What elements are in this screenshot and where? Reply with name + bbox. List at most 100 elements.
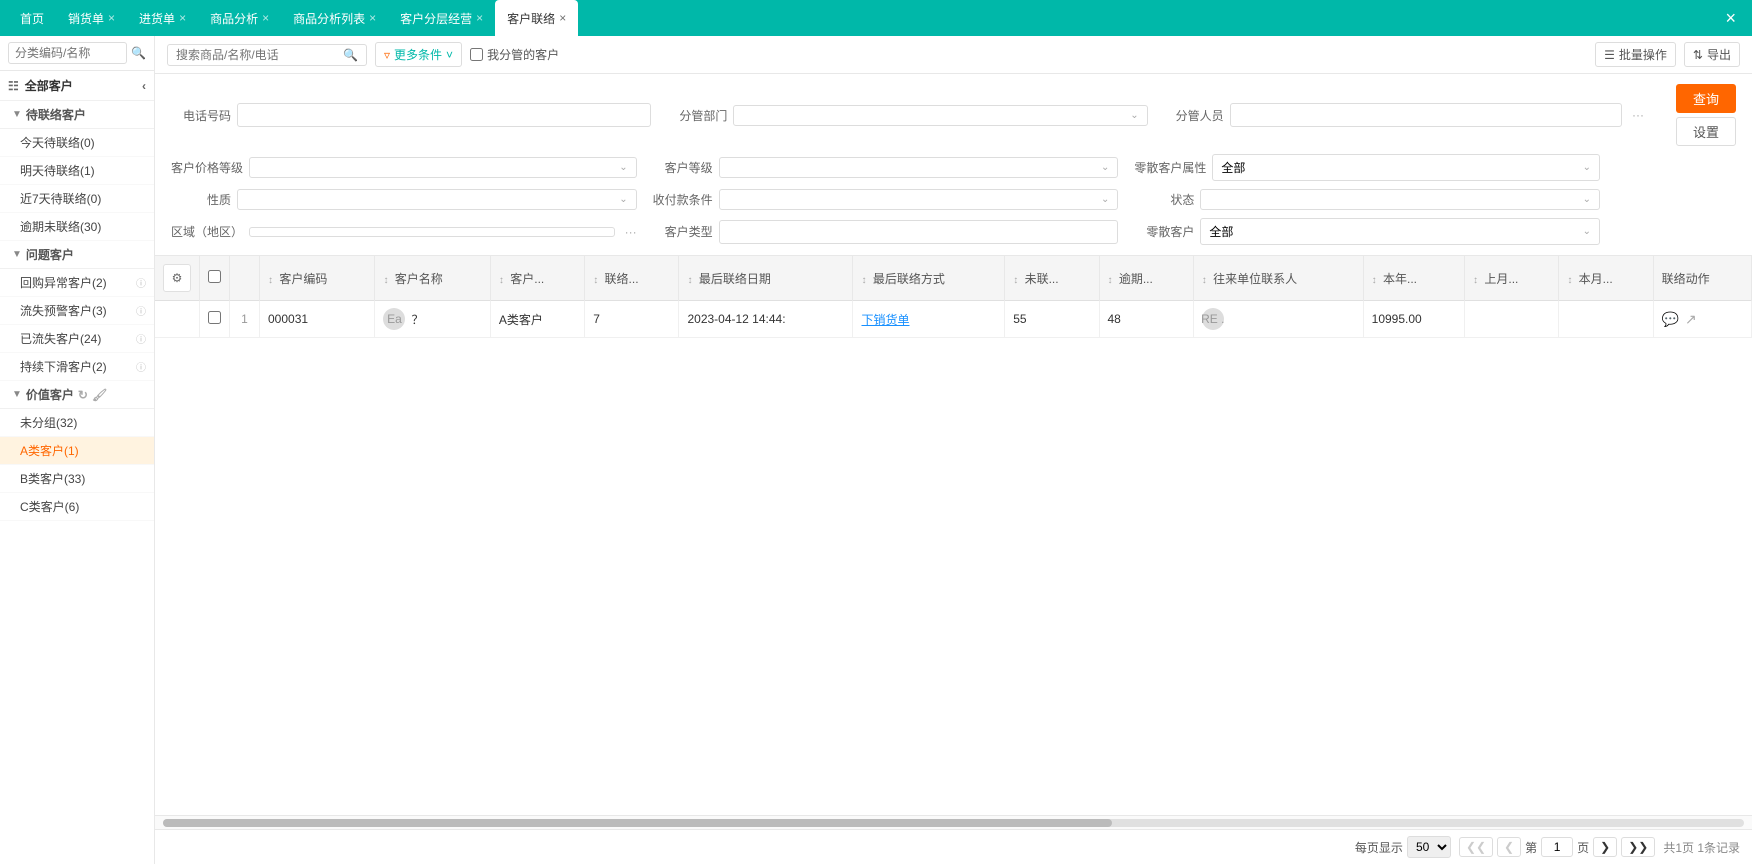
nature-select[interactable]: ⌄ (237, 189, 637, 210)
manager-dots[interactable]: ··· (1632, 108, 1644, 122)
col-level[interactable]: ↕ 客户... (490, 256, 584, 301)
nav-product-analysis[interactable]: 商品分析 × (198, 0, 281, 36)
settings-button[interactable]: 设置 (1676, 117, 1736, 146)
all-customers-header[interactable]: ☷ 全部客户 ‹ (0, 71, 154, 101)
sidebar-churned[interactable]: 已流失客户(24) ⓘ (0, 325, 154, 353)
top-nav: 首页 销货单 × 进货单 × 商品分析 × 商品分析列表 × 客户分层经营 × … (0, 0, 1752, 36)
sidebar-search-input[interactable] (8, 42, 127, 64)
problem-group-label[interactable]: ▼ 问题客户 (0, 241, 154, 269)
info-icon-0: ⓘ (136, 275, 146, 290)
more-filters-button[interactable]: ▿ 更多条件 ˅ (375, 42, 462, 67)
sidebar-b-class[interactable]: B类客户(33) (0, 465, 154, 493)
sidebar-search-icon[interactable]: 🔍 (131, 46, 146, 60)
export-icon: ⇅ (1693, 48, 1703, 62)
status-select[interactable]: ⌄ (1200, 189, 1600, 210)
sidebar-declining[interactable]: 持续下滑客户(2) ⓘ (0, 353, 154, 381)
per-page-select[interactable]: 50 (1407, 836, 1451, 858)
nav-sales-order[interactable]: 销货单 × (56, 0, 127, 36)
toolbar-right: ☰ 批量操作 ⇅ 导出 (1595, 42, 1740, 67)
action-buttons: 查询 设置 (1676, 84, 1736, 146)
last-method-link[interactable]: 下销货单 (861, 313, 909, 327)
next-page-button[interactable]: ❯ (1593, 837, 1617, 857)
last-page-button[interactable]: ❯❯ (1621, 837, 1655, 857)
payment-arrow: ⌄ (1101, 194, 1109, 205)
col-this-year[interactable]: ↕ 本年... (1363, 256, 1464, 301)
filter-search-icon[interactable]: 🔍 (343, 48, 358, 62)
region-select[interactable] (249, 227, 615, 237)
close-sales-order[interactable]: × (108, 11, 115, 25)
col-no-contact[interactable]: ↕ 未联... (1005, 256, 1099, 301)
my-customers-checkbox-label[interactable]: 我分管的客户 (470, 46, 559, 63)
batch-op-button[interactable]: ☰ 批量操作 (1595, 42, 1676, 67)
dept-select[interactable]: ⌄ (733, 105, 1147, 126)
nav-purchase-order[interactable]: 进货单 × (127, 0, 198, 36)
table-settings-button[interactable]: ⚙ (163, 264, 191, 292)
sidebar-a-class[interactable]: A类客户(1) (0, 437, 154, 465)
close-product-analysis[interactable]: × (262, 11, 269, 25)
my-customers-checkbox[interactable] (470, 48, 483, 61)
col-contact-count[interactable]: ↕ 联络... (585, 256, 679, 301)
refresh-icon[interactable]: ↻ (78, 388, 88, 402)
sidebar-unclassified[interactable]: 未分组(32) (0, 409, 154, 437)
name-avatar: Ea (383, 308, 405, 330)
col-contact-person[interactable]: ↕ 往来单位联系人 (1193, 256, 1363, 301)
close-customer-tier[interactable]: × (476, 11, 483, 25)
select-all-checkbox[interactable] (208, 270, 221, 283)
customer-type-label: 客户类型 (653, 223, 713, 240)
value-group-label[interactable]: ▼ 价值客户 ↻ 🖌 (0, 381, 154, 409)
phone-input[interactable] (237, 103, 651, 127)
region-dots[interactable]: ··· (625, 225, 637, 239)
nav-product-list[interactable]: 商品分析列表 × (281, 0, 388, 36)
filter-search-input[interactable] (176, 48, 339, 62)
close-all-button[interactable]: × (1717, 8, 1744, 29)
sidebar-today-pending[interactable]: 今天待联络(0) (0, 129, 154, 157)
first-page-button[interactable]: ❮❮ (1459, 837, 1493, 857)
page-input[interactable] (1541, 837, 1573, 857)
retail-customer-field: 零散客户 全部 ⌄ (1134, 218, 1600, 245)
settings-col[interactable]: ⚙ (155, 256, 200, 301)
prev-page-button[interactable]: ❮ (1497, 837, 1521, 857)
close-customer-contact[interactable]: × (559, 11, 566, 25)
close-purchase-order[interactable]: × (179, 11, 186, 25)
retail-customer-select[interactable]: 全部 ⌄ (1200, 218, 1600, 245)
retail-attr-select[interactable]: 全部 ⌄ (1212, 154, 1600, 181)
message-icon[interactable]: 💬 (1662, 311, 1679, 328)
advanced-filter: 电话号码 分管部门 ⌄ 分管人员 ··· 查询 设置 (155, 74, 1752, 256)
row-select-checkbox[interactable] (208, 311, 221, 324)
status-label: 状态 (1134, 191, 1194, 208)
query-button[interactable]: 查询 (1676, 84, 1736, 113)
sidebar-repurchase-abnormal[interactable]: 回购异常客户(2) ⓘ (0, 269, 154, 297)
sidebar-churn-warning[interactable]: 流失预警客户(3) ⓘ (0, 297, 154, 325)
manager-label: 分管人员 (1164, 107, 1224, 124)
export-button[interactable]: ⇅ 导出 (1684, 42, 1740, 67)
col-last-contact-method[interactable]: ↕ 最后联络方式 (853, 256, 1005, 301)
pending-group-label[interactable]: ▼ 待联络客户 (0, 101, 154, 129)
dept-label: 分管部门 (667, 107, 727, 124)
settings-icon[interactable]: 🖌 (92, 388, 107, 402)
payment-select[interactable]: ⌄ (719, 189, 1119, 210)
nav-customer-contact[interactable]: 客户联络 × (495, 0, 578, 36)
col-this-month[interactable]: ↕ 本月... (1559, 256, 1653, 301)
col-last-month[interactable]: ↕ 上月... (1465, 256, 1559, 301)
customer-type-input[interactable] (719, 220, 1119, 244)
sort-icon-code: ↕ (268, 275, 273, 286)
col-code[interactable]: ↕ 客户编码 (260, 256, 375, 301)
row-num: 1 (230, 301, 260, 338)
scroll-track[interactable] (163, 819, 1744, 827)
row-level: A类客户 (490, 301, 584, 338)
sidebar-tomorrow-pending[interactable]: 明天待联络(1) (0, 157, 154, 185)
col-name[interactable]: ↕ 客户名称 (375, 256, 490, 301)
customer-level-select[interactable]: ⌄ (719, 157, 1119, 178)
nav-home[interactable]: 首页 (8, 0, 56, 36)
sidebar-week-pending[interactable]: 近7天待联络(0) (0, 185, 154, 213)
price-level-select[interactable]: ⌄ (249, 157, 637, 178)
col-last-contact-date[interactable]: ↕ 最后联络日期 (679, 256, 853, 301)
sidebar-overdue-contact[interactable]: 逾期未联络(30) (0, 213, 154, 241)
retail-customer-arrow: ⌄ (1583, 226, 1591, 237)
manager-input[interactable] (1230, 103, 1622, 127)
nav-customer-tier[interactable]: 客户分层经营 × (388, 0, 495, 36)
close-product-list[interactable]: × (369, 11, 376, 25)
qr-icon[interactable]: ↗ (1685, 311, 1697, 328)
col-overdue[interactable]: ↕ 逾期... (1099, 256, 1193, 301)
sidebar-c-class[interactable]: C类客户(6) (0, 493, 154, 521)
